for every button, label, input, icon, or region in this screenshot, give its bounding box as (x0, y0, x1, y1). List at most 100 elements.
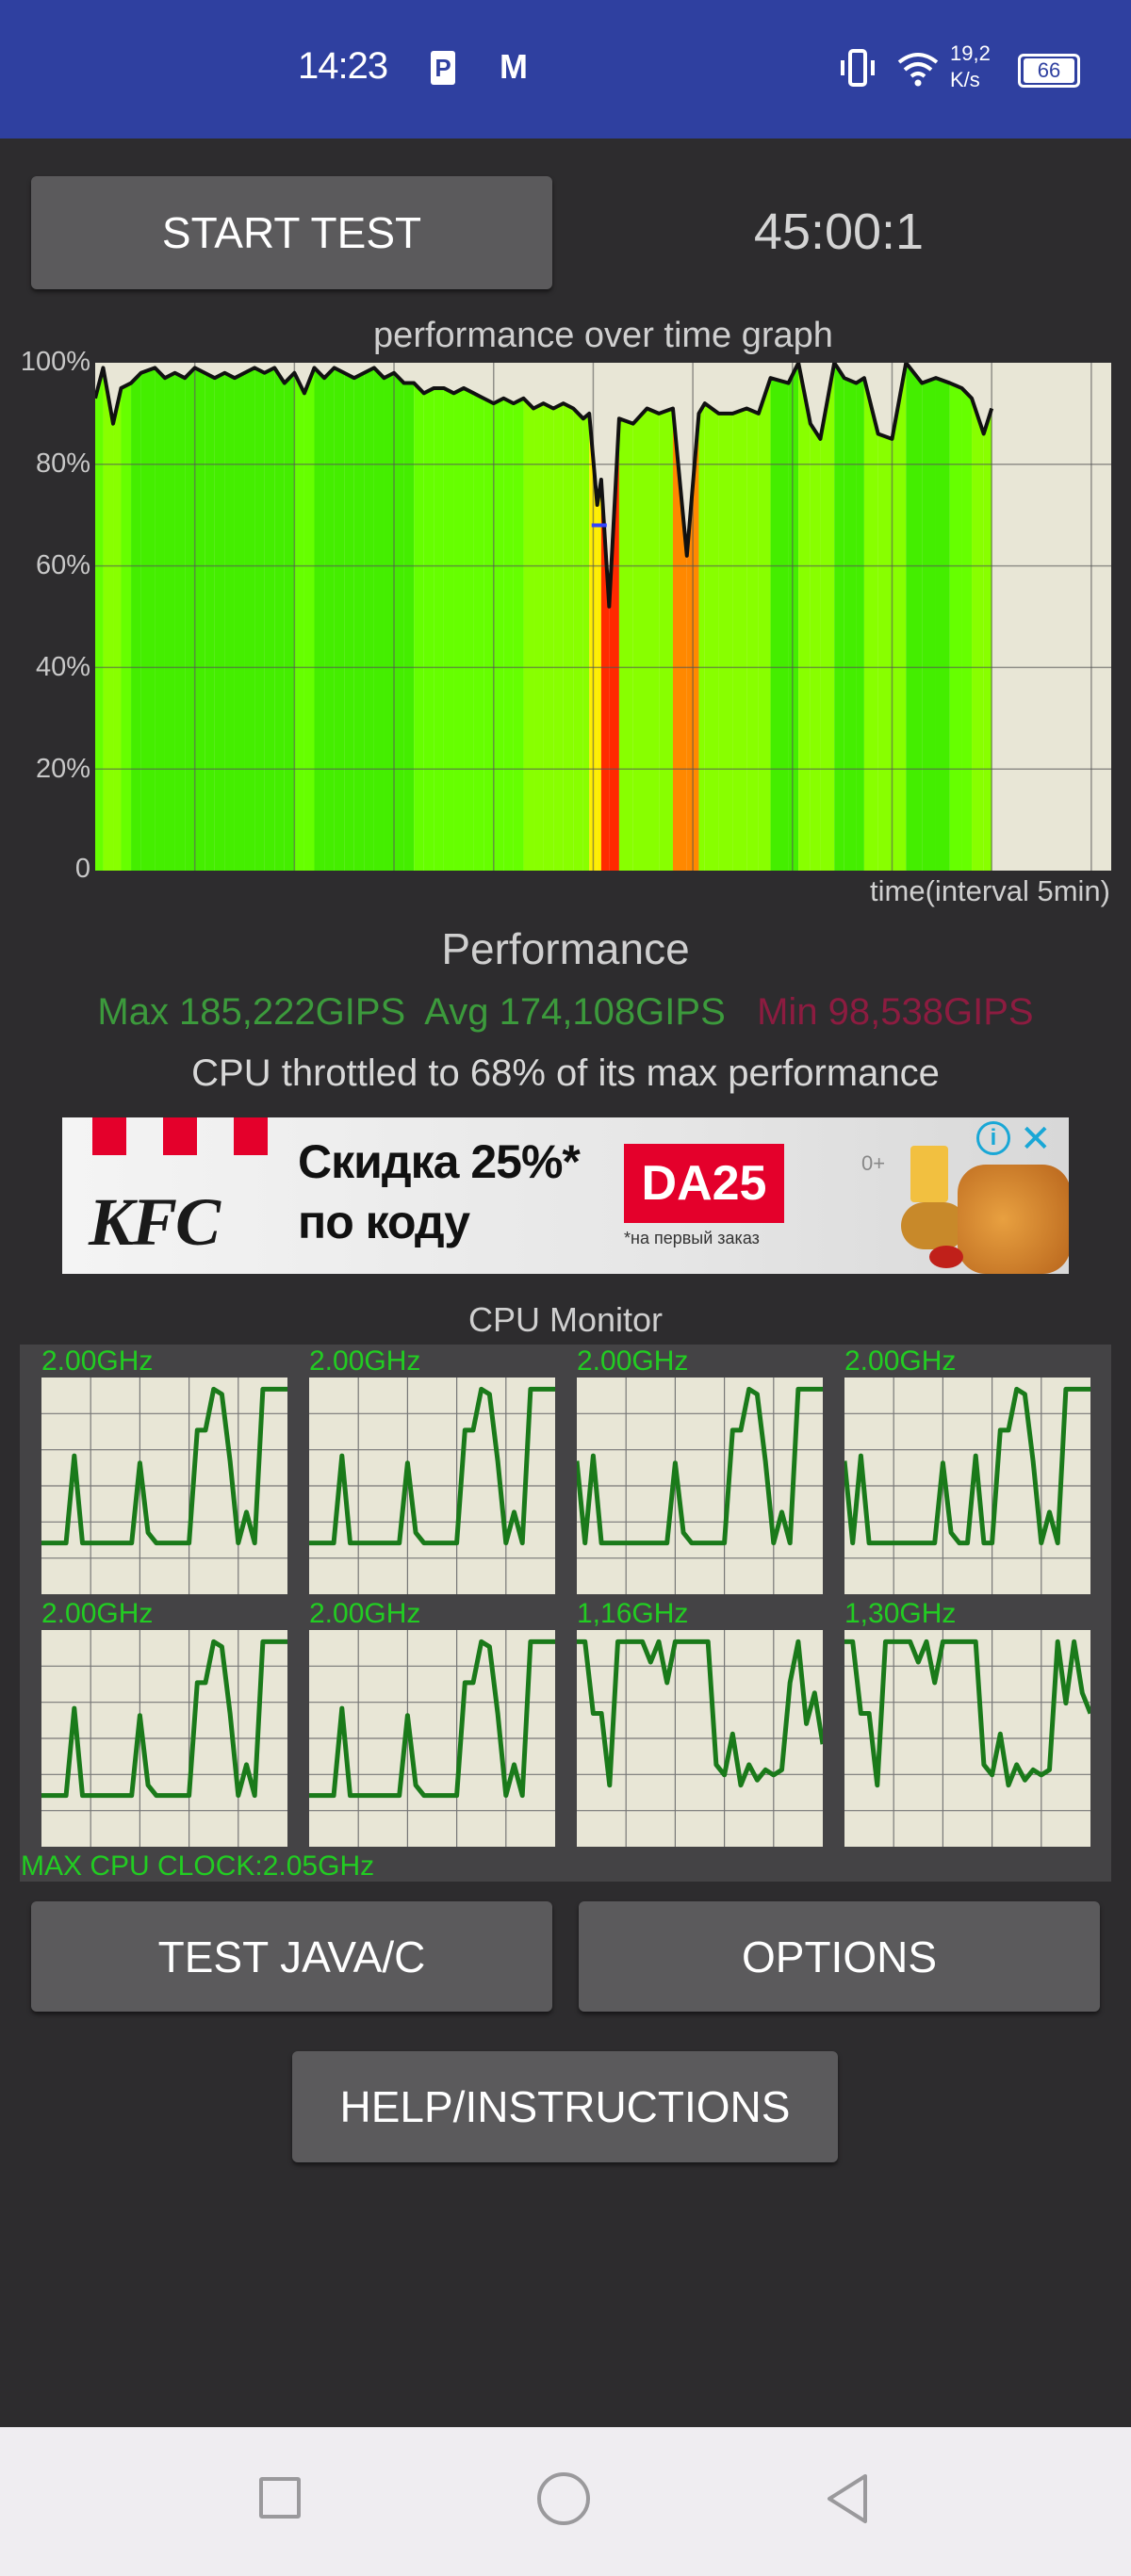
performance-band (353, 372, 365, 871)
performance-band (922, 378, 936, 871)
test-timer: 45:00:1 (753, 204, 925, 260)
x-axis-label: time(interval 5min) (870, 874, 1110, 907)
performance-band (95, 367, 104, 871)
performance-band (484, 398, 494, 871)
performance-band (274, 367, 285, 871)
performance-band (284, 372, 295, 871)
back-triangle-icon[interactable] (824, 2472, 871, 2525)
cpu-core-graph (41, 1378, 287, 1594)
cpu-core-frequency: 1,16GHz (577, 1598, 689, 1629)
performance-band (961, 387, 973, 871)
performance-band (563, 403, 574, 871)
performance-band (659, 408, 673, 871)
y-tick-label: 20% (35, 754, 90, 784)
performance-band (856, 378, 864, 871)
kfc-stripes (92, 1117, 268, 1155)
cpu-core-frequency: 2.00GHz (577, 1345, 689, 1377)
vibrate-icon (841, 49, 875, 87)
ad-headline-1: Скидка 25%* (298, 1135, 581, 1188)
y-tick-label: 40% (35, 652, 90, 682)
options-button[interactable]: OPTIONS (579, 1901, 1100, 2012)
performance-band (303, 367, 315, 871)
cpu-core-graph (41, 1630, 287, 1847)
performance-band (493, 398, 504, 871)
cpu-core-graph (577, 1630, 823, 1847)
food-image (901, 1146, 1069, 1274)
performance-band (543, 403, 554, 871)
recents-square-icon[interactable] (259, 2477, 301, 2519)
performance-band (453, 387, 465, 871)
y-tick-label: 60% (35, 550, 90, 580)
cpu-core-frequency: 1,30GHz (844, 1598, 957, 1629)
performance-band (746, 408, 759, 871)
info-icon[interactable]: i (976, 1121, 1010, 1155)
performance-band (113, 387, 122, 871)
ad-banner[interactable]: KFC Скидка 25%* по коду DA25 *на первый … (62, 1117, 1069, 1274)
performance-band (314, 367, 325, 871)
performance-band (788, 363, 799, 871)
performance-band (224, 372, 235, 871)
y-tick-label: 0 (74, 854, 90, 884)
max-gips: Max 185,222GIPS (97, 991, 406, 1033)
performance-band (174, 372, 186, 871)
cpu-core-frequency: 2.00GHz (309, 1598, 421, 1629)
performance-band (423, 387, 434, 871)
performance-band (185, 367, 195, 871)
cpu-core-frequency: 2.00GHz (41, 1345, 154, 1377)
performance-band (121, 383, 132, 871)
graph-title: performance over time graph (373, 316, 833, 355)
performance-band (164, 372, 175, 871)
performance-band (234, 372, 245, 871)
performance-band (906, 363, 923, 871)
battery-level: 66 (1024, 58, 1074, 83)
ad-footnote: *на первый заказ (624, 1229, 760, 1247)
performance-band (972, 398, 984, 871)
help-instructions-button[interactable]: HELP/INSTRUCTIONS (292, 2051, 838, 2162)
performance-band (758, 378, 771, 871)
performance-band (334, 367, 345, 871)
cpu-core-graph (844, 1630, 1090, 1847)
kfc-logo: KFC (89, 1184, 221, 1260)
performance-band (513, 398, 524, 871)
status-time: 14:23 (298, 45, 388, 87)
performance-band (892, 363, 907, 871)
performance-band (414, 383, 424, 871)
performance-band (194, 367, 205, 871)
performance-band (810, 423, 821, 871)
performance-band (983, 408, 992, 871)
performance-band (373, 367, 385, 871)
performance-band (403, 383, 415, 871)
promo-code: DA25 (624, 1144, 784, 1223)
performance-band (770, 378, 789, 871)
performance-band (131, 372, 141, 871)
min-gips: Min 98,538GIPS (757, 991, 1034, 1033)
performance-band (553, 403, 564, 871)
p-app-icon: P (431, 51, 455, 85)
home-circle-icon[interactable] (537, 2472, 590, 2525)
performance-band (877, 433, 893, 871)
test-java-c-button[interactable]: TEST JAVA/C (31, 1901, 552, 2012)
age-rating: 0+ (861, 1151, 886, 1175)
close-icon[interactable]: ✕ (1020, 1117, 1052, 1161)
performance-band (384, 372, 395, 871)
wifi-icon (897, 53, 939, 87)
performance-band (294, 372, 304, 871)
performance-band (523, 398, 534, 871)
throttle-message: CPU throttled to 68% of its max performa… (191, 1052, 940, 1094)
performance-band (140, 367, 156, 871)
performance-band (647, 408, 660, 871)
performance-band (573, 408, 583, 871)
performance-band (155, 367, 165, 871)
performance-band (434, 387, 444, 871)
performance-band (698, 403, 705, 871)
performance-band (844, 378, 857, 871)
performance-stats: Max 185,222GIPS Avg 174,108GIPS Min 98,5… (0, 991, 1131, 1034)
performance-band (935, 378, 950, 871)
y-tick-label: 80% (35, 448, 90, 479)
start-test-button[interactable]: START TEST (31, 176, 552, 289)
performance-band (632, 408, 647, 871)
ad-headline-2: по коду (298, 1196, 470, 1248)
m-app-icon: M (500, 47, 528, 86)
performance-title: Performance (441, 924, 690, 973)
performance-band (464, 387, 474, 871)
